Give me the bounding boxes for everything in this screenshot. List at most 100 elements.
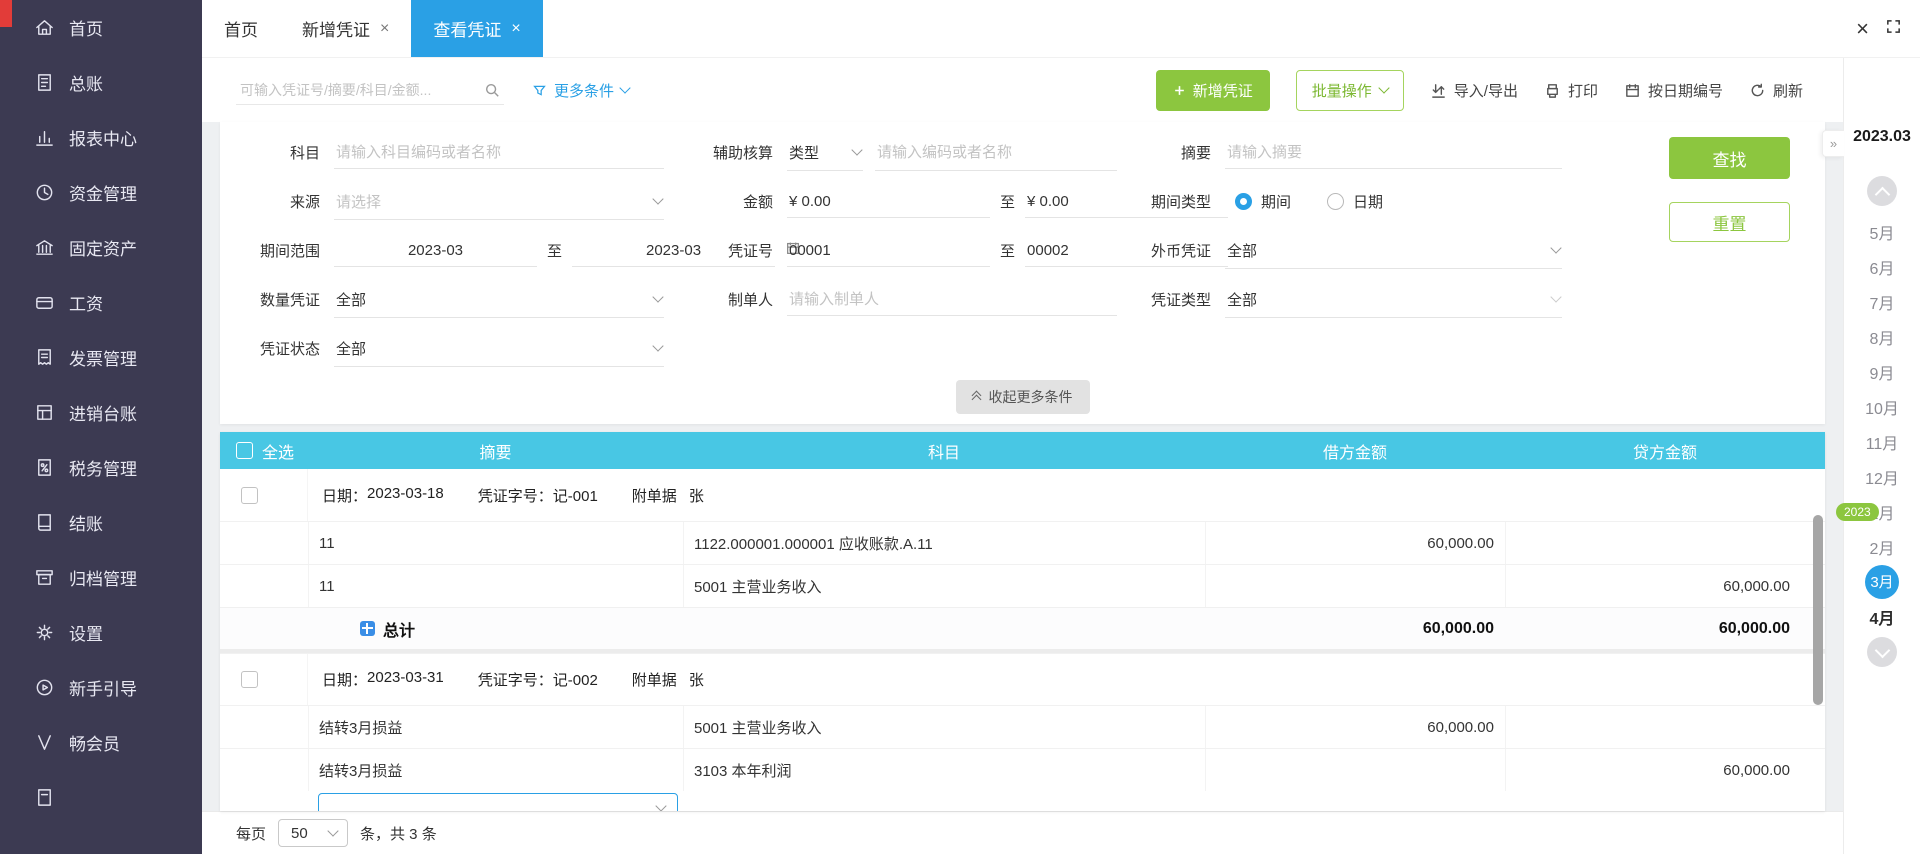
collapse-conditions-button[interactable]: 收起更多条件: [955, 380, 1090, 414]
chevron-down-icon: [327, 825, 339, 837]
sidebar-item-payroll[interactable]: 工资: [0, 275, 202, 330]
sidebar-item-archive-management[interactable]: 归档管理: [0, 550, 202, 605]
month-item-9[interactable]: 9月: [1844, 354, 1920, 389]
month-item-7[interactable]: 7月: [1844, 284, 1920, 319]
sidebar-item-closing[interactable]: 结账: [0, 495, 202, 550]
creator-input[interactable]: [787, 283, 1117, 316]
tab-view-voucher[interactable]: 查看凭证 ×: [411, 0, 543, 57]
reset-button[interactable]: 重置: [1669, 202, 1790, 242]
sidebar-item-settings[interactable]: 设置: [0, 605, 202, 660]
source-filter-label: 来源: [289, 194, 320, 211]
row-checkbox[interactable]: [241, 671, 258, 688]
scroll-months-up-button[interactable]: [1867, 176, 1897, 206]
entry-summary: 结转3月损益: [308, 706, 683, 748]
date-radio[interactable]: 日期: [1327, 191, 1383, 212]
close-icon[interactable]: ×: [380, 20, 389, 38]
home-icon: [36, 20, 53, 35]
sidebar-item-tax-management[interactable]: 税务管理: [0, 440, 202, 495]
period-radio[interactable]: 期间: [1235, 191, 1291, 212]
more-conditions-link[interactable]: 更多条件: [532, 80, 631, 101]
import-export-button[interactable]: 导入/导出: [1430, 80, 1518, 101]
sidebar-item-member[interactable]: 畅会员: [0, 715, 202, 770]
per-page-select[interactable]: 50: [278, 819, 349, 847]
month-item-11[interactable]: 11月: [1844, 424, 1920, 459]
voucher-status-label: 凭证状态: [259, 341, 320, 358]
chevron-down-icon: [1378, 82, 1390, 94]
filter-funnel-icon: [533, 85, 546, 96]
search-input[interactable]: [240, 81, 476, 98]
tab-add-voucher[interactable]: 新增凭证 ×: [280, 0, 411, 57]
summary-filter-input[interactable]: [1225, 136, 1562, 169]
per-page-label: 每页: [236, 825, 267, 843]
quantity-voucher-select[interactable]: 全部: [334, 282, 664, 318]
source-select[interactable]: 请选择: [334, 184, 664, 220]
row-checkbox[interactable]: [241, 486, 258, 504]
document-icon: [38, 789, 51, 806]
voucher-table: 全选 摘要 科目 借方金额 贷方金额 日期： 2023-03-18 凭证字号： …: [220, 432, 1825, 811]
voucher-total-row: 总计 60,000.00 60,000.00: [220, 607, 1825, 653]
voucher-group-header: 日期： 2023-03-18 凭证字号： 记-001 附单据 张: [220, 469, 1825, 521]
entry-credit: 60,000.00: [1505, 749, 1825, 791]
entry-summary: 结转3月损益: [308, 749, 683, 791]
total-count-text: 条，共 3 条: [360, 825, 437, 843]
month-item-6[interactable]: 6月: [1844, 249, 1920, 284]
print-button[interactable]: 打印: [1544, 80, 1598, 101]
foreign-currency-select[interactable]: 全部: [1225, 233, 1562, 269]
search-icon[interactable]: [484, 82, 500, 98]
tab-home[interactable]: 首页: [202, 0, 280, 57]
voucher-number: 凭证字号： 记-001: [477, 487, 598, 505]
fullscreen-icon[interactable]: [1885, 18, 1902, 40]
voucher-entry-row[interactable]: 11 1122.000001.000001 应收账款.A.11 60,000.0…: [220, 521, 1825, 564]
period-from-input[interactable]: [334, 234, 537, 267]
refresh-button[interactable]: 刷新: [1749, 80, 1803, 101]
total-grid-icon: [360, 621, 375, 636]
date-option-label: 日期: [1353, 194, 1384, 211]
sidebar-item-report-center[interactable]: 报表中心: [0, 110, 202, 165]
radio-dot: [1327, 193, 1345, 210]
month-item-5[interactable]: 5月: [1844, 214, 1920, 249]
month-item-10[interactable]: 10月: [1844, 389, 1920, 424]
collapse-rail-button[interactable]: »: [1822, 130, 1844, 157]
filter-panel: 科目 辅助核算 类型 摘要: [220, 122, 1825, 424]
filter-row-5: 凭证状态 全部: [220, 324, 1825, 373]
close-icon[interactable]: ×: [1856, 17, 1869, 40]
voucher-entry-row[interactable]: 11 5001 主营业务收入 60,000.00: [220, 564, 1825, 607]
foreign-currency-label: 外币凭证: [1150, 243, 1211, 260]
sidebar-item-beginner-guide[interactable]: 新手引导: [0, 660, 202, 715]
search-button[interactable]: 查找: [1669, 137, 1790, 179]
subject-filter-input[interactable]: [334, 136, 664, 169]
aux-accounting-input[interactable]: [875, 134, 1117, 171]
voucher-entry-row[interactable]: 结转3月损益 5001 主营业务收入 60,000.00: [220, 705, 1825, 748]
amount-from-input[interactable]: [787, 185, 990, 218]
month-item-1[interactable]: 2023 1月: [1836, 494, 1920, 529]
sidebar-item-fund-management[interactable]: 资金管理: [0, 165, 202, 220]
voucher-no-from-input[interactable]: [787, 234, 990, 267]
aux-accounting-label: 辅助核算: [712, 145, 773, 162]
sidebar-item-purchase-sales-ledger[interactable]: 进销台账: [0, 385, 202, 440]
month-item-4[interactable]: 4月: [1844, 599, 1920, 634]
month-item-8[interactable]: 8月: [1844, 319, 1920, 354]
entry-credit: 60,000.00: [1505, 565, 1825, 607]
batch-operations-button[interactable]: 批量操作: [1295, 69, 1404, 111]
voucher-status-select[interactable]: 全部: [334, 331, 664, 367]
aux-type-select[interactable]: 类型: [787, 135, 863, 171]
scroll-months-down-button[interactable]: [1867, 637, 1897, 667]
sidebar-item-fixed-assets[interactable]: 固定资产: [0, 220, 202, 275]
voucher-entry-row[interactable]: 结转3月损益 3103 本年利润 60,000.00: [220, 748, 1825, 791]
table-scrollbar[interactable]: [1813, 515, 1823, 705]
voucher-type-select[interactable]: 全部: [1225, 282, 1562, 318]
number-by-date-button[interactable]: 按日期编号: [1624, 80, 1723, 101]
close-icon[interactable]: ×: [511, 20, 520, 38]
sidebar-item-label: 首页: [69, 20, 103, 39]
summary-select-focused[interactable]: [318, 793, 678, 811]
sidebar-item-invoice-management[interactable]: 发票管理: [0, 330, 202, 385]
month-item-3-selected[interactable]: 3月: [1844, 564, 1920, 599]
sidebar-item-home[interactable]: 首页: [0, 0, 202, 55]
month-item-12[interactable]: 12月: [1844, 459, 1920, 494]
sidebar-item-general-ledger[interactable]: 总账: [0, 55, 202, 110]
add-voucher-button[interactable]: 新增凭证: [1155, 69, 1270, 111]
chevron-down-icon: [652, 193, 664, 205]
sidebar-item-partial[interactable]: [0, 770, 202, 825]
month-item-2[interactable]: 2月: [1844, 529, 1920, 564]
select-all-checkbox[interactable]: [236, 442, 253, 459]
